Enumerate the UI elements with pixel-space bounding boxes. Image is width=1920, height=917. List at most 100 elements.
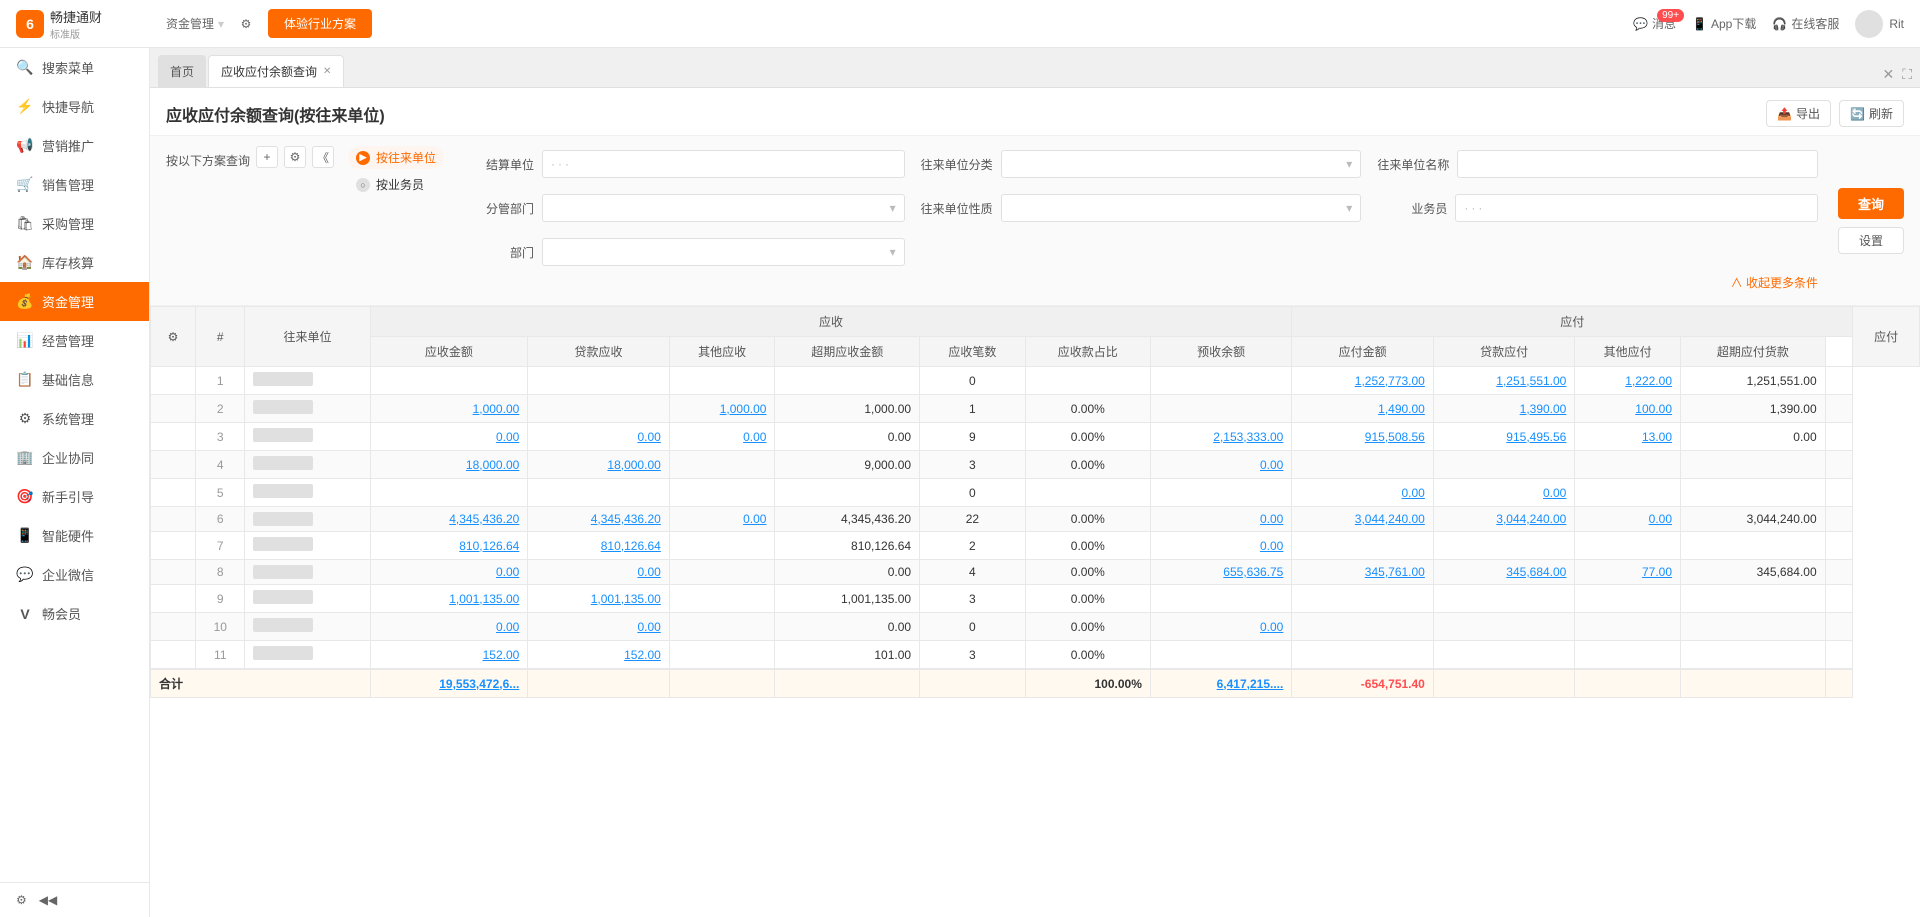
sidebar-item-sales[interactable]: 🛒 销售管理 xyxy=(0,165,149,204)
export-button[interactable]: 📤 导出 xyxy=(1766,100,1831,127)
sidebar-item-inventory[interactable]: 🏠 库存核算 xyxy=(0,243,149,282)
row-ap-loan[interactable]: 345,684.00 xyxy=(1433,560,1575,585)
row-ar-prepay[interactable]: 2,153,333.00 xyxy=(1150,423,1292,451)
row-ar-prepay[interactable]: 0.00 xyxy=(1150,532,1292,560)
sidebar-item-guide[interactable]: 🎯 新手引导 xyxy=(0,477,149,516)
row-ar-amount[interactable]: 0.00 xyxy=(370,613,528,641)
col-group-payable: 应付 xyxy=(1292,307,1853,337)
sidebar-item-vip[interactable]: V 畅会员 xyxy=(0,594,149,633)
row-ap-other[interactable]: 0.00 xyxy=(1575,507,1681,532)
online-service-link[interactable]: 🎧 在线客服 xyxy=(1772,15,1839,32)
header-gear-icon[interactable]: ⚙ xyxy=(232,10,260,38)
col-settings[interactable]: ⚙ xyxy=(151,307,196,367)
row-ar-amount[interactable]: 1,001,135.00 xyxy=(370,585,528,613)
row-ap-loan[interactable]: 915,495.56 xyxy=(1433,423,1575,451)
tab-expand-icon[interactable]: ⛶ xyxy=(1902,66,1912,83)
unit-nature-input[interactable]: ▾ xyxy=(1001,194,1362,222)
row-ap-other[interactable]: 77.00 xyxy=(1575,560,1681,585)
row-ar-ratio xyxy=(1025,479,1150,507)
data-table: ⚙ # 往来单位 应收 应付 应付 应收金额 贷款应收 其他应收 超期应收金额 … xyxy=(150,306,1920,698)
row-ar-amount[interactable]: 1,000.00 xyxy=(370,395,528,423)
row-ap-other[interactable]: 13.00 xyxy=(1575,423,1681,451)
dept-input[interactable]: ▾ xyxy=(542,238,905,266)
row-ar-loan[interactable]: 152.00 xyxy=(528,641,670,670)
row-ap-amount[interactable]: 345,761.00 xyxy=(1292,560,1434,585)
tab-ar-query[interactable]: 应收应付余额查询 ✕ xyxy=(208,55,344,87)
sidebar-item-basic-info[interactable]: 📋 基础信息 xyxy=(0,360,149,399)
row-ap-other[interactable]: 1,222.00 xyxy=(1575,367,1681,395)
row-ar-amount[interactable]: 152.00 xyxy=(370,641,528,670)
row-ar-amount[interactable]: 810,126.64 xyxy=(370,532,528,560)
row-ar-loan[interactable]: 0.00 xyxy=(528,560,670,585)
sidebar-item-capital[interactable]: 💰 资金管理 xyxy=(0,282,149,321)
sidebar-item-purchase[interactable]: 🛍 采购管理 xyxy=(0,204,149,243)
row-ap-other[interactable]: 100.00 xyxy=(1575,395,1681,423)
sidebar-item-wechat[interactable]: 💬 企业微信 xyxy=(0,555,149,594)
app-download-link[interactable]: 📱 App下载 xyxy=(1692,15,1756,32)
solution-button[interactable]: 体验行业方案 xyxy=(268,9,372,38)
row-ar-amount[interactable]: 18,000.00 xyxy=(370,451,528,479)
row-ar-loan[interactable]: 4,345,436.20 xyxy=(528,507,670,532)
sidebar-item-quick-nav[interactable]: ⚡ 快捷导航 xyxy=(0,87,149,126)
row-ar-prepay[interactable]: 0.00 xyxy=(1150,451,1292,479)
user-area[interactable]: Rit xyxy=(1855,10,1904,38)
column-setting-button[interactable]: 设置 xyxy=(1838,227,1904,254)
sidebar-item-operations[interactable]: 📊 经营管理 xyxy=(0,321,149,360)
row-ap-loan[interactable]: 3,044,240.00 xyxy=(1433,507,1575,532)
row-ar-loan[interactable]: 810,126.64 xyxy=(528,532,670,560)
row-ar-amount[interactable]: 0.00 xyxy=(370,423,528,451)
row-ap-amount[interactable]: 915,508.56 xyxy=(1292,423,1434,451)
tab-home[interactable]: 首页 xyxy=(158,55,206,87)
row-ar-amount[interactable]: 0.00 xyxy=(370,560,528,585)
row-ar-other[interactable]: 0.00 xyxy=(669,507,775,532)
row-ap-loan[interactable]: 1,251,551.00 xyxy=(1433,367,1575,395)
row-gear xyxy=(151,532,196,560)
settlement-unit-input[interactable]: ··· xyxy=(542,150,905,178)
table-container[interactable]: ⚙ # 往来单位 应收 应付 应付 应收金额 贷款应收 其他应收 超期应收金额 … xyxy=(150,306,1920,917)
row-ar-loan[interactable]: 18,000.00 xyxy=(528,451,670,479)
sidebar-item-search-menu[interactable]: 🔍 搜索菜单 xyxy=(0,48,149,87)
refresh-button[interactable]: 🔄 刷新 xyxy=(1839,100,1904,127)
dept-manage-input[interactable]: ▾ xyxy=(542,194,905,222)
row-ap-extra xyxy=(1825,532,1853,560)
scheme-by-salesman[interactable]: ○ 按业务员 xyxy=(348,173,444,196)
row-ar-loan[interactable]: 1,001,135.00 xyxy=(528,585,670,613)
footer-ar-prepay[interactable]: 6,417,215.... xyxy=(1150,669,1292,698)
sidebar-item-hardware[interactable]: 📱 智能硬件 xyxy=(0,516,149,555)
filter-collapse-button[interactable]: 《 xyxy=(312,146,334,168)
filter-setting-button[interactable]: ⚙ xyxy=(284,146,306,168)
scheme-by-unit[interactable]: ▶ 按往来单位 xyxy=(348,146,444,169)
row-ar-prepay[interactable]: 0.00 xyxy=(1150,507,1292,532)
sidebar-item-enterprise[interactable]: 🏢 企业协同 xyxy=(0,438,149,477)
row-ap-loan[interactable]: 0.00 xyxy=(1433,479,1575,507)
sidebar-item-marketing[interactable]: 📢 营销推广 xyxy=(0,126,149,165)
row-ap-amount[interactable]: 0.00 xyxy=(1292,479,1434,507)
row-ar-overdue: 0.00 xyxy=(775,560,920,585)
collapse-more-button[interactable]: ∧ 收起更多条件 xyxy=(1731,276,1818,290)
row-ar-loan[interactable]: 0.00 xyxy=(528,613,670,641)
row-ap-amount[interactable]: 3,044,240.00 xyxy=(1292,507,1434,532)
breadcrumb-chevron-icon: ▾ xyxy=(218,17,224,31)
row-ap-amount[interactable]: 1,252,773.00 xyxy=(1292,367,1434,395)
sidebar-settings-icon[interactable]: ⚙ xyxy=(16,893,27,907)
tab-close-all-icon[interactable]: ✕ xyxy=(1882,66,1894,83)
query-button[interactable]: 查询 xyxy=(1838,188,1904,219)
unit-category-input[interactable]: ▾ xyxy=(1001,150,1362,178)
salesman-input[interactable]: ··· xyxy=(1455,194,1818,222)
tab-close-icon[interactable]: ✕ xyxy=(323,66,331,77)
row-ap-amount[interactable]: 1,490.00 xyxy=(1292,395,1434,423)
row-ar-amount[interactable]: 4,345,436.20 xyxy=(370,507,528,532)
sidebar-item-system[interactable]: ⚙ 系统管理 xyxy=(0,399,149,438)
row-ar-other[interactable]: 1,000.00 xyxy=(669,395,775,423)
row-ar-amount xyxy=(370,479,528,507)
unit-name-input[interactable] xyxy=(1457,150,1818,178)
filter-add-button[interactable]: + xyxy=(256,146,278,168)
footer-ar-total[interactable]: 19,553,472,6... xyxy=(370,669,528,698)
row-ar-other[interactable]: 0.00 xyxy=(669,423,775,451)
row-ar-prepay[interactable]: 0.00 xyxy=(1150,613,1292,641)
row-ar-prepay[interactable]: 655,636.75 xyxy=(1150,560,1292,585)
sidebar-collapse-icon[interactable]: ◀◀ xyxy=(39,893,57,907)
row-ap-loan[interactable]: 1,390.00 xyxy=(1433,395,1575,423)
messages-button[interactable]: 💬 消息 99+ xyxy=(1633,15,1676,32)
row-ar-loan[interactable]: 0.00 xyxy=(528,423,670,451)
